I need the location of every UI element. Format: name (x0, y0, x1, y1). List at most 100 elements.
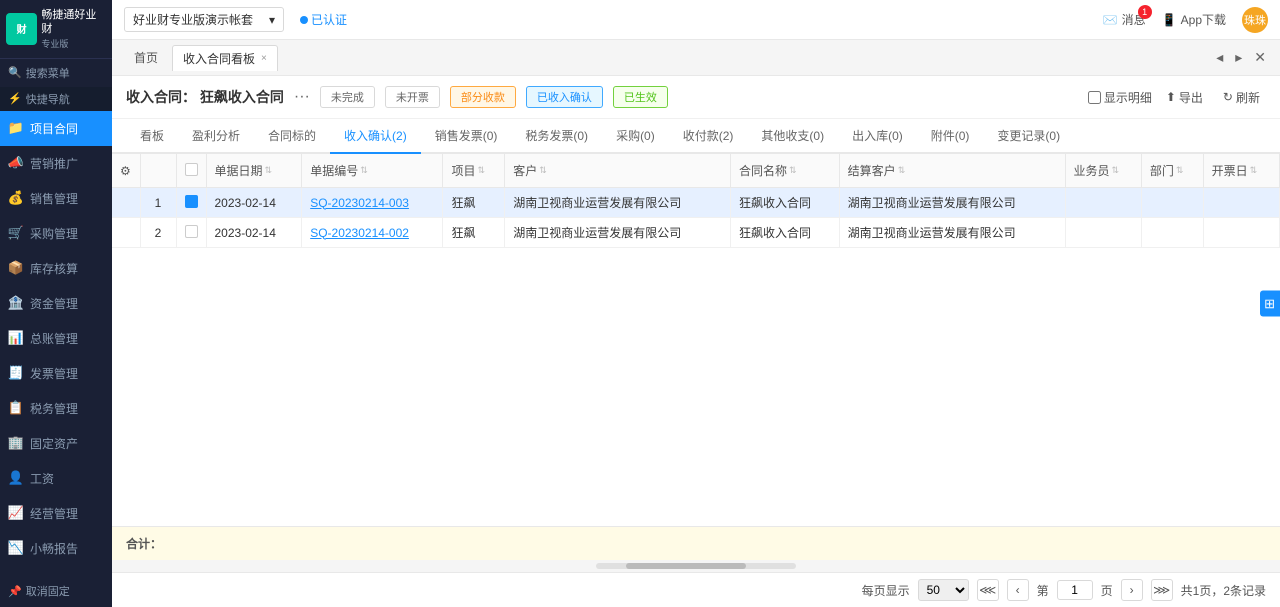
table-row[interactable]: 1 2023-02-14 SQ-20230214-003 狂飙 湖南卫视商业运营… (112, 188, 1280, 218)
hr-icon: 👤 (8, 470, 24, 486)
sidebar-item-inventory-label: 库存核算 (30, 260, 78, 277)
select-all-checkbox[interactable] (185, 163, 198, 176)
right-panel-icon[interactable]: ⊞ (1263, 298, 1278, 309)
sort-date-icon[interactable]: ⇅ (265, 165, 273, 176)
sidebar-item-accounting[interactable]: 📊 总账管理 (0, 321, 112, 356)
app-download-button[interactable]: 📱 App下载 (1162, 11, 1226, 28)
th-num (140, 154, 176, 188)
status-incomplete[interactable]: 未完成 (320, 86, 375, 108)
user-avatar[interactable]: 珠珠 (1242, 7, 1268, 33)
gear-icon[interactable]: ⚙ (120, 164, 131, 178)
sidebar-item-hr[interactable]: 👤 工资 (0, 461, 112, 496)
avatar: 珠珠 (1242, 7, 1268, 33)
tab-sales-invoice[interactable]: 销售发票(0) (421, 119, 512, 154)
tab-home[interactable]: 首页 (124, 45, 168, 70)
sidebar-item-sales[interactable]: 💰 销售管理 (0, 181, 112, 216)
scroll-thumb[interactable] (626, 563, 746, 569)
logo-icon: 财 (6, 13, 37, 45)
table-row[interactable]: 2 2023-02-14 SQ-20230214-002 狂飙 湖南卫视商业运营… (112, 218, 1280, 248)
sidebar-item-project[interactable]: 📁 项目合同 (0, 111, 112, 146)
tab-profit[interactable]: 盈利分析 (178, 119, 254, 154)
sidebar-item-invoice-label: 发票管理 (30, 365, 78, 382)
export-button[interactable]: ⬆ 导出 (1160, 87, 1209, 108)
status-uninvoiced[interactable]: 未开票 (385, 86, 440, 108)
th-contract: 合同名称 ⇅ (731, 154, 840, 188)
sidebar-item-marketing[interactable]: 📣 营销推广 (0, 146, 112, 181)
message-button[interactable]: ✉️ 消息 1 (1103, 11, 1146, 28)
refresh-icon: ↻ (1223, 90, 1233, 104)
sidebar-item-project-label: 项目合同 (30, 120, 78, 137)
tab-tax-invoice[interactable]: 税务发票(0) (511, 119, 602, 154)
sort-project-icon[interactable]: ⇅ (477, 165, 485, 176)
page-label: 第 (1037, 582, 1049, 599)
tab-next-button[interactable]: ▸ (1233, 47, 1244, 68)
pin-icon: 📌 (8, 585, 22, 598)
tab-payment[interactable]: 收付款(2) (669, 119, 748, 154)
sidebar-item-marketing-label: 营销推广 (30, 155, 78, 172)
row-checkbox-2[interactable] (185, 225, 198, 238)
tab-close-all-button[interactable]: ✕ (1252, 47, 1268, 68)
sort-bill-date-icon[interactable]: ⇅ (1250, 165, 1258, 176)
sidebar-item-basic[interactable]: ⚙️ 基础信息 (0, 566, 112, 575)
tab-standards[interactable]: 合同标的 (254, 119, 330, 154)
tab-confirm[interactable]: 收入确认(2) (330, 119, 421, 154)
status-partial[interactable]: 部分收款 (450, 86, 516, 108)
search-menu[interactable]: 🔍 搜索菜单 (0, 59, 112, 87)
more-options-button[interactable]: ··· (294, 88, 310, 106)
tab-kanban[interactable]: 看板 (126, 119, 178, 154)
tax-icon: 📋 (8, 400, 24, 416)
tab-active-contract[interactable]: 收入合同看板 × (172, 45, 278, 71)
sidebar-item-inventory[interactable]: 📦 库存核算 (0, 251, 112, 286)
status-active[interactable]: 已生效 (613, 86, 668, 108)
sidebar-item-capital-label: 资金管理 (30, 295, 78, 312)
sort-customer-icon[interactable]: ⇅ (539, 165, 547, 176)
page-first-button[interactable]: ⋘ (977, 579, 999, 601)
sidebar-item-capital[interactable]: 🏦 资金管理 (0, 286, 112, 321)
cell-code-2: SQ-20230214-002 (302, 218, 443, 248)
sort-contract-icon[interactable]: ⇅ (789, 165, 797, 176)
th-bill-date: 开票日 ⇅ (1203, 154, 1279, 188)
purchase-icon: 🛒 (8, 225, 24, 241)
close-tab-button[interactable]: × (261, 53, 267, 64)
tab-purchase[interactable]: 采购(0) (602, 119, 669, 154)
title-contract: 狂飙收入合同 (200, 89, 284, 105)
tab-change-log[interactable]: 变更记录(0) (983, 119, 1074, 154)
sort-salesperson-icon[interactable]: ⇅ (1112, 165, 1120, 176)
page-number-input[interactable] (1057, 580, 1093, 600)
company-selector[interactable]: 好业财专业版演示帐套 ▾ (124, 7, 284, 32)
sales-icon: 💰 (8, 190, 24, 206)
active-tab-label: 收入合同看板 (183, 50, 255, 67)
row-code-link-1[interactable]: SQ-20230214-003 (310, 196, 409, 210)
show-detail-input[interactable] (1088, 91, 1101, 104)
status-confirmed[interactable]: 已收入确认 (526, 86, 603, 108)
refresh-button[interactable]: ↻ 刷新 (1217, 87, 1266, 108)
quick-nav[interactable]: ⚡ 快捷导航 (0, 87, 112, 111)
th-dept-label: 部门 (1150, 162, 1174, 179)
show-detail-checkbox[interactable]: 显示明细 (1088, 89, 1152, 106)
page-last-button[interactable]: ⋙ (1151, 579, 1173, 601)
tab-warehouse[interactable]: 出入库(0) (838, 119, 917, 154)
tab-attachment[interactable]: 附件(0) (917, 119, 984, 154)
sort-dept-icon[interactable]: ⇅ (1176, 165, 1184, 176)
cell-gear-1 (112, 188, 140, 218)
row-checkbox-1[interactable] (185, 195, 198, 208)
tab-other-income[interactable]: 其他收支(0) (747, 119, 838, 154)
sidebar-item-report[interactable]: 📉 小畅报告 (0, 531, 112, 566)
sidebar-item-tax[interactable]: 📋 税务管理 (0, 391, 112, 426)
unpin-button[interactable]: 📌 取消固定 (0, 575, 112, 607)
sidebar-item-purchase[interactable]: 🛒 采购管理 (0, 216, 112, 251)
download-icon: 📱 (1162, 13, 1177, 27)
sort-code-icon[interactable]: ⇅ (360, 165, 368, 176)
cell-customer-1: 湖南卫视商业运营发展有限公司 (505, 188, 731, 218)
page-next-button[interactable]: › (1121, 579, 1143, 601)
sidebar-item-invoice[interactable]: 🧾 发票管理 (0, 356, 112, 391)
page-size-select[interactable]: 50 100 (918, 579, 969, 601)
tab-prev-button[interactable]: ◂ (1214, 47, 1225, 68)
sidebar-item-fixed[interactable]: 🏢 固定资产 (0, 426, 112, 461)
row-code-link-2[interactable]: SQ-20230214-002 (310, 226, 409, 240)
sort-settle-icon[interactable]: ⇅ (898, 165, 906, 176)
logo-text: 畅捷通好业财 (41, 8, 106, 37)
page-prev-button[interactable]: ‹ (1007, 579, 1029, 601)
cell-contract-1: 狂飙收入合同 (731, 188, 840, 218)
sidebar-item-ops[interactable]: 📈 经营管理 (0, 496, 112, 531)
